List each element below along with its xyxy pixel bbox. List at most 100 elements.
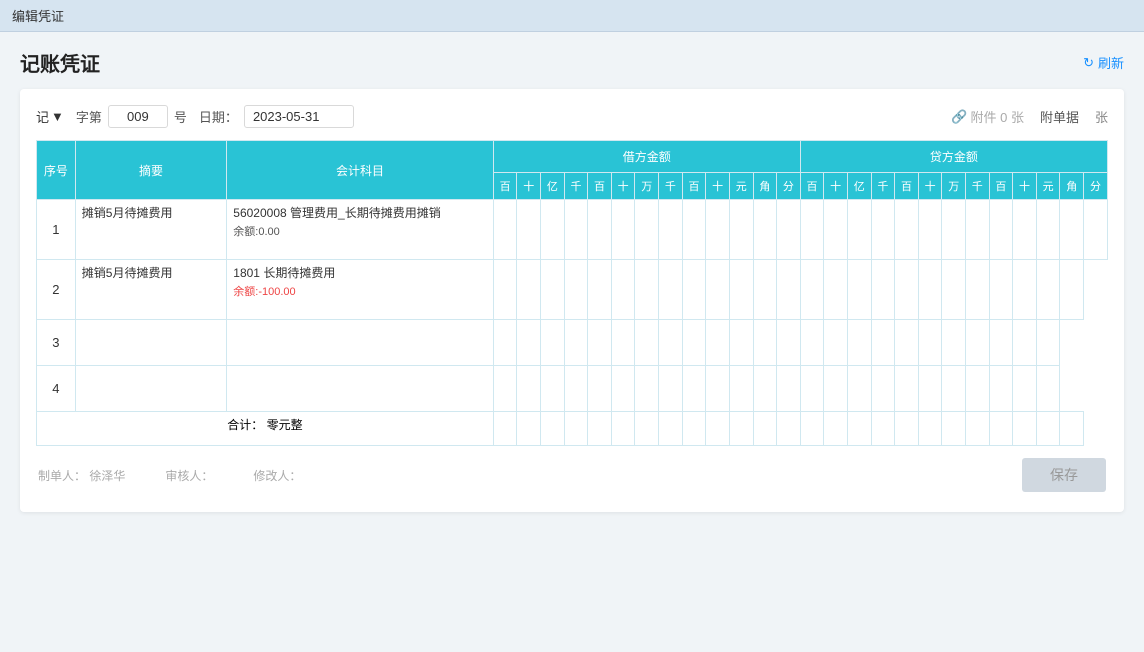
summary-cell[interactable] [75,366,226,412]
table-row: 4 [37,366,1108,412]
debit-d8[interactable] [659,200,683,260]
th-debit-d7: 万 [635,173,659,200]
date-input[interactable] [244,105,354,128]
window-title: 编辑凭证 [12,6,64,25]
credit-d8[interactable] [966,200,990,260]
subject-cell[interactable] [227,320,494,366]
th-seq: 序号 [37,141,76,200]
title-bar: 编辑凭证 [0,0,1144,32]
credit-d13[interactable] [1084,200,1108,260]
th-debit-d1: 百 [493,173,517,200]
seq-cell: 4 [37,366,76,412]
th-debit-d5: 百 [588,173,612,200]
table-row: 1 摊销5月待摊费用 56020008 管理费用_长期待摊费用摊销 [37,200,1108,260]
form-bar: 记 ▼ 字第 号 日期： 🔗 附件 0 张 [36,105,1108,128]
creator-info: 制单人： 徐泽华 [38,467,125,484]
debit-d10[interactable] [706,200,730,260]
voucher-type-button[interactable]: 记 ▼ [36,107,64,126]
th-credit: 贷方金额 [800,141,1107,173]
creator-label: 制单人： [38,469,86,483]
credit-d11[interactable] [1036,200,1060,260]
total-value: 零元整 [267,418,303,432]
debit-d4[interactable] [564,200,588,260]
subject-code-name: 56020008 管理费用_长期待摊费用摊销 [233,204,487,222]
balance-text: 余额:0.00 [233,224,487,241]
summary-cell[interactable] [75,320,226,366]
credit-d3[interactable] [847,200,871,260]
th-credit-d7: 万 [942,173,966,200]
th-credit-d3: 亿 [847,173,871,200]
zi-di-group: 字第 号 [76,105,187,128]
voucher-table: 序号 摘要 会计科目 借方金额 贷方金额 百 十 亿 千 百 十 [36,140,1108,446]
zi-di-input[interactable] [108,105,168,128]
th-credit-d2: 十 [824,173,848,200]
save-button[interactable]: 保存 [1022,458,1106,492]
th-credit-d8: 千 [966,173,990,200]
fujidan-button[interactable]: 附单据 [1040,107,1079,126]
debit-d5[interactable] [588,200,612,260]
credit-d7[interactable] [942,200,966,260]
th-credit-d1: 百 [800,173,824,200]
th-debit-d6: 十 [611,173,635,200]
page-title: 记账凭证 [20,48,100,77]
credit-d9[interactable] [989,200,1013,260]
th-credit-d5: 百 [895,173,919,200]
reviewer-info: 审核人： [165,467,213,484]
page-header: 记账凭证 ↻ 刷新 [20,48,1124,77]
credit-d12[interactable] [1060,200,1084,260]
th-debit-d9: 百 [682,173,706,200]
th-credit-d9: 百 [989,173,1013,200]
debit-d6[interactable] [611,200,635,260]
seq-cell: 2 [37,260,76,320]
attachment-link[interactable]: 🔗 附件 0 张 [951,107,1024,126]
th-debit-d3: 亿 [541,173,565,200]
table-container: 序号 摘要 会计科目 借方金额 贷方金额 百 十 亿 千 百 十 [36,140,1108,446]
chevron-down-icon: ▼ [51,109,64,124]
right-actions: 🔗 附件 0 张 附单据 张 [951,107,1108,126]
debit-d13[interactable] [777,200,801,260]
th-credit-d11: 元 [1036,173,1060,200]
footer-bar: 制单人： 徐泽华 审核人： 修改人： 保存 [36,454,1108,496]
credit-d4[interactable] [871,200,895,260]
debit-d2[interactable] [517,200,541,260]
th-debit-d11: 元 [729,173,753,200]
debit-d11[interactable] [729,200,753,260]
date-label: 日期： [199,107,238,126]
refresh-icon: ↻ [1083,55,1094,71]
credit-d6[interactable] [918,200,942,260]
th-debit-d4: 千 [564,173,588,200]
summary-cell[interactable]: 摊销5月待摊费用 [75,260,226,320]
table-row: 3 [37,320,1108,366]
debit-d1[interactable] [493,200,517,260]
th-credit-d13: 分 [1084,173,1108,200]
modifier-label: 修改人： [253,469,301,483]
th-credit-d12: 角 [1060,173,1084,200]
debit-d9[interactable] [682,200,706,260]
refresh-button[interactable]: ↻ 刷新 [1083,53,1124,72]
zhang-label: 张 [1095,107,1108,126]
total-row: 合计： 零元整 [37,412,1108,446]
subject-cell[interactable] [227,366,494,412]
refresh-label: 刷新 [1098,53,1124,72]
debit-d3[interactable] [541,200,565,260]
attachment-icon: 🔗 [951,109,967,125]
summary-cell[interactable]: 摊销5月待摊费用 [75,200,226,260]
th-debit-d12: 角 [753,173,777,200]
voucher-card: 记 ▼ 字第 号 日期： 🔗 附件 0 张 [20,89,1124,512]
window: 编辑凭证 记账凭证 ↻ 刷新 记 ▼ 字第 号 [0,0,1144,652]
seq-cell: 1 [37,200,76,260]
modifier-info: 修改人： [253,467,301,484]
credit-d1[interactable] [800,200,824,260]
total-label: 合计： [227,418,263,432]
credit-d2[interactable] [824,200,848,260]
subject-cell[interactable]: 56020008 管理费用_长期待摊费用摊销 余额:0.00 [227,200,494,260]
th-summary: 摘要 [75,141,226,200]
credit-d10[interactable] [1013,200,1037,260]
subject-cell[interactable]: 1801 长期待摊费用 余额:-100.00 [227,260,494,320]
credit-d5[interactable] [895,200,919,260]
th-credit-d6: 十 [918,173,942,200]
debit-d7[interactable] [635,200,659,260]
debit-d12[interactable] [753,200,777,260]
summary-text: 摊销5月待摊费用 [82,264,220,282]
voucher-type-group: 记 ▼ [36,107,64,126]
